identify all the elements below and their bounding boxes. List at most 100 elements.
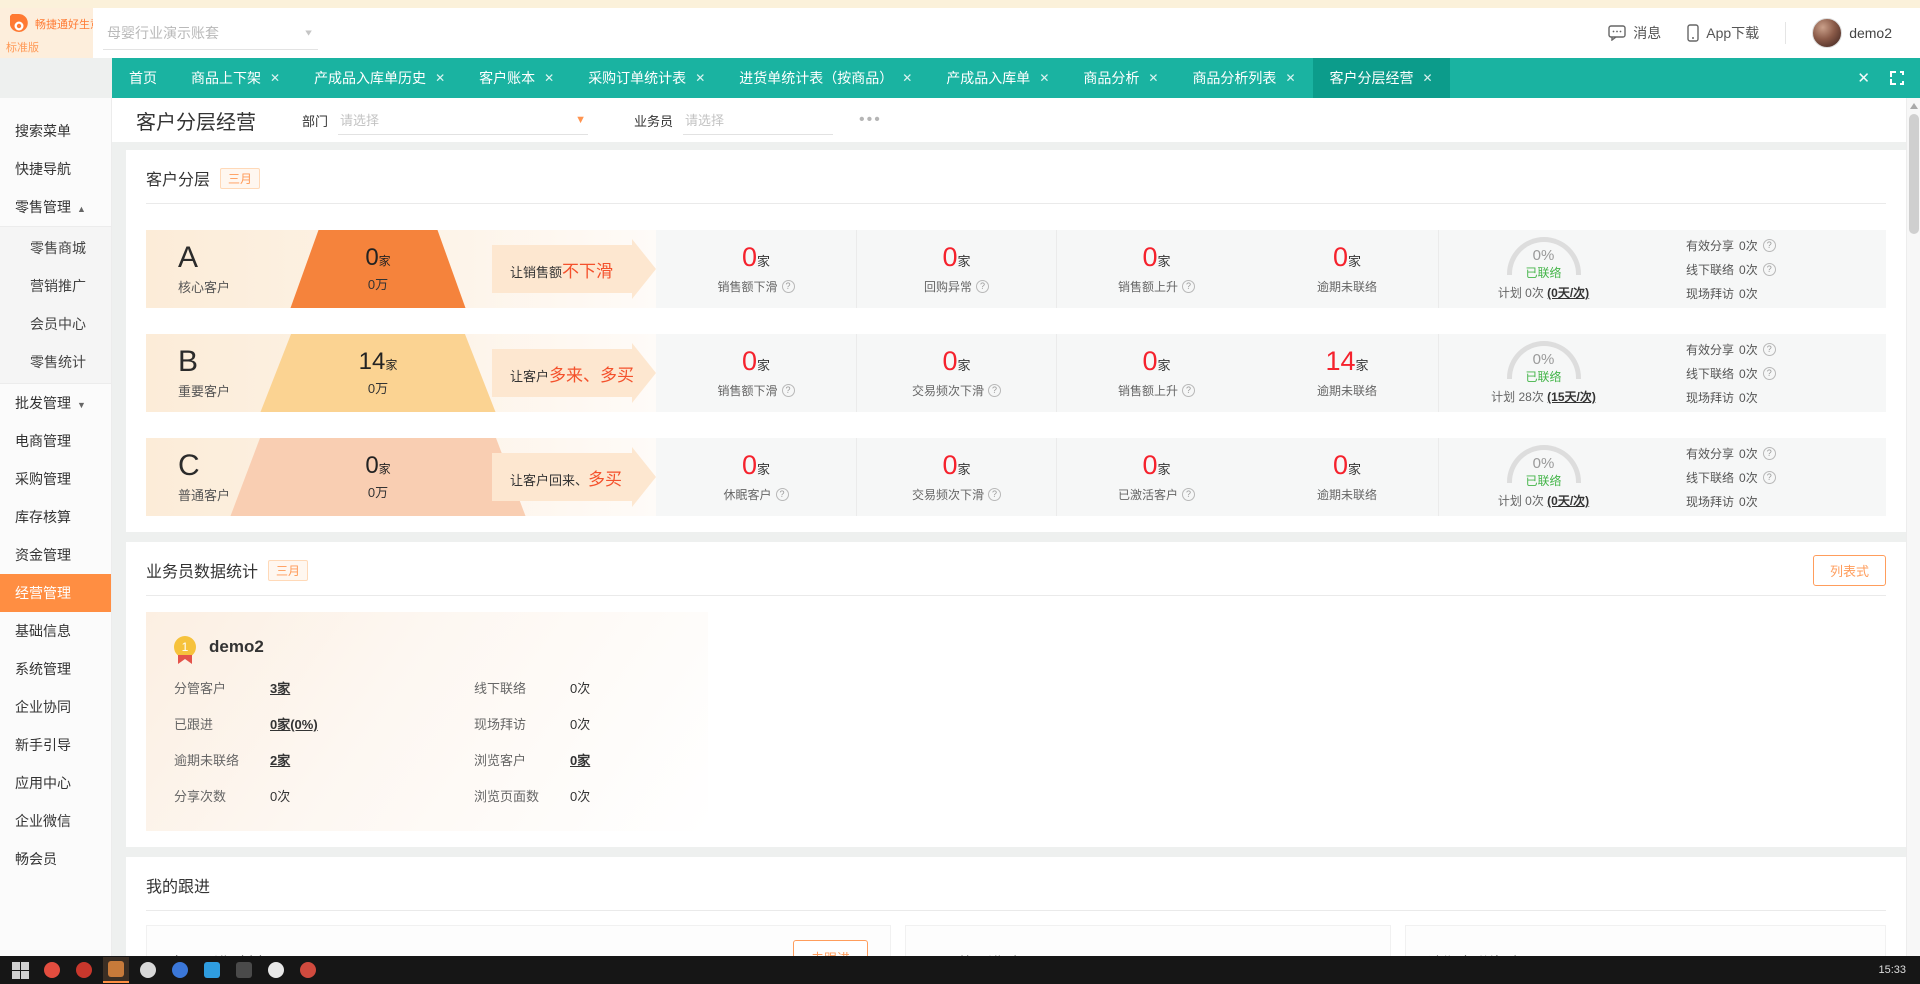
tab-home[interactable]: 首页 [112,58,174,98]
plan-link[interactable]: (0天/次) [1547,286,1589,300]
account-select-value: 母婴行业演示账套 [107,24,219,41]
help-icon[interactable]: ? [1762,262,1776,276]
help-icon[interactable]: ? [988,383,1001,397]
sidebar-item-purchase-mgmt[interactable]: 采购管理 [0,460,111,498]
contact-gauge: 0% 已联络 计划 0次 (0天/次) [1438,438,1648,516]
taskbar-app-icon[interactable] [263,957,289,983]
sidebar-item-wholesale-mgmt[interactable]: 批发管理 ▼ [0,384,111,422]
salesman-select[interactable]: 请选择 [683,105,834,135]
sidebar-item-app-center[interactable]: 应用中心 [0,764,111,802]
sidebar-item-inventory-accounting[interactable]: 库存核算 [0,498,111,536]
stat-label: 浏览页面数 [474,789,540,804]
dept-filter-label: 部门 [302,113,329,129]
fullscreen-icon[interactable] [1890,71,1904,85]
sidebar-item-retail-mall[interactable]: 零售商城 [0,229,111,267]
taskbar-app-icon[interactable] [231,957,257,983]
managed-customers-link[interactable]: 3家 [270,678,290,697]
list-view-button[interactable]: 列表式 [1812,555,1886,586]
user-menu[interactable]: demo2 [1812,18,1892,48]
messages-button[interactable]: 消息 [1608,23,1661,43]
dept-select[interactable]: 请选择 ▼ [338,105,589,135]
tab-close-icon[interactable]: ✕ [435,71,445,85]
tab-close-icon[interactable]: ✕ [1285,71,1295,85]
taskbar-app-icon[interactable] [199,957,225,983]
overdue-link[interactable]: 2家 [270,750,290,769]
sidebar-item-marketing[interactable]: 营销推广 [0,267,111,305]
sidebar-item-funds-mgmt[interactable]: 资金管理 [0,536,111,574]
tab-close-icon[interactable]: ✕ [270,71,280,85]
tab-customer-tier-active[interactable]: 客户分层经营 ✕ [1312,58,1450,98]
caret-up-icon: ▲ [77,204,86,214]
scroll-up-arrow[interactable] [1909,103,1918,109]
followed-link[interactable]: 0家(0%) [270,714,318,733]
tab-customer-ledger[interactable]: 客户账本 ✕ [462,58,571,98]
help-icon[interactable]: ? [1182,487,1195,501]
sidebar-item-chang-member[interactable]: 畅会员 [0,840,111,878]
tab-finished-inbound[interactable]: 产成品入库单 ✕ [929,58,1066,98]
help-icon[interactable]: ? [976,279,989,293]
tab-goods-analysis[interactable]: 商品分析 ✕ [1066,58,1175,98]
help-icon[interactable]: ? [781,383,795,397]
sidebar-item-quick-nav[interactable]: 快捷导航 [0,150,111,188]
sidebar-item-system-mgmt[interactable]: 系统管理 [0,650,111,688]
sidebar-item-basic-info[interactable]: 基础信息 [0,612,111,650]
stat-value: 0次 [270,789,291,804]
app-download-button[interactable]: App下载 [1687,23,1759,43]
help-icon[interactable]: ? [1762,342,1776,356]
tab-goods-on-off[interactable]: 商品上下架 ✕ [174,58,297,98]
taskbar-app-icon[interactable] [71,957,97,983]
help-icon[interactable]: ? [1762,446,1776,460]
tab-close-icon[interactable]: ✕ [1423,71,1433,85]
taskbar-app-icon[interactable] [39,957,65,983]
help-icon[interactable]: ? [775,487,789,501]
help-icon[interactable]: ? [1762,366,1776,380]
sidebar-item-member-center[interactable]: 会员中心 [0,305,111,343]
sidebar-item-ecommerce-mgmt[interactable]: 电商管理 [0,422,111,460]
close-all-tabs-icon[interactable]: ✕ [1857,69,1870,87]
tab-close-icon[interactable]: ✕ [1148,71,1158,85]
sidebar-item-search-menu[interactable]: 搜索菜单 [0,112,111,150]
help-icon[interactable]: ? [988,487,1001,501]
tab-finished-inbound-history[interactable]: 产成品入库单历史 ✕ [297,58,462,98]
sidebar: 搜索菜单 快捷导航 零售管理 ▲ 零售商城 营销推广 会员中心 零售统计 批发管理… [0,98,112,956]
stat-value: 0次 [570,789,591,804]
username: demo2 [1849,25,1892,41]
tab-close-icon[interactable]: ✕ [695,71,705,85]
taskbar-app-icon[interactable] [295,957,321,983]
tab-close-icon[interactable]: ✕ [902,71,912,85]
help-icon[interactable]: ? [1182,383,1195,397]
gauge-arc: 0% 已联络 [1506,237,1581,280]
tab-inbound-stats-by-goods[interactable]: 进货单统计表（按商品） ✕ [722,58,929,98]
start-button[interactable] [7,957,33,983]
tab-goods-analysis-list[interactable]: 商品分析列表 ✕ [1175,58,1312,98]
sidebar-item-beginner-guide[interactable]: 新手引导 [0,726,111,764]
sidebar-item-retail-stats[interactable]: 零售统计 [0,343,111,381]
tab-purchase-order-stats[interactable]: 采购订单统计表 ✕ [571,58,722,98]
stat-repurchase-abnormal: 0家 回购异常? [856,230,1056,308]
viewed-customers-link[interactable]: 0家 [570,750,590,769]
help-icon[interactable]: ? [781,279,795,293]
vertical-scrollbar[interactable] [1906,98,1920,984]
tab-close-icon[interactable]: ✕ [1039,71,1049,85]
gauge-arc: 0% 已联络 [1506,341,1581,384]
scrollbar-thumb[interactable] [1909,114,1919,234]
tab-close-icon[interactable]: ✕ [544,71,554,85]
sidebar-item-retail-mgmt[interactable]: 零售管理 ▲ [0,188,111,226]
top-header: 母婴行业演示账套 ▼ 消息 App下载 demo2 [93,8,1920,58]
plan-link[interactable]: (0天/次) [1547,494,1589,508]
taskbar-app-icon[interactable] [135,957,161,983]
taskbar-active-app-icon[interactable] [103,957,129,983]
plan-link[interactable]: (15天/次) [1547,390,1596,404]
tier-row-c: C 普通客户 0家 0万 让客户回来、多买 0家 休眠客户 ? 0家 交易频次下… [146,438,1886,516]
account-select[interactable]: 母婴行业演示账套 ▼ [103,17,318,50]
sidebar-item-enterprise-collab[interactable]: 企业协同 [0,688,111,726]
more-filters-icon[interactable]: ••• [859,111,882,129]
taskbar-app-icon[interactable] [167,957,193,983]
sidebar-item-wecom[interactable]: 企业微信 [0,802,111,840]
tier-letter: C [178,448,200,482]
contact-gauge: 0% 已联络 计划 0次 (0天/次) [1438,230,1648,308]
help-icon[interactable]: ? [1762,238,1776,252]
sidebar-item-business-mgmt[interactable]: 经营管理 [0,574,111,612]
help-icon[interactable]: ? [1182,279,1195,293]
help-icon[interactable]: ? [1762,470,1776,484]
